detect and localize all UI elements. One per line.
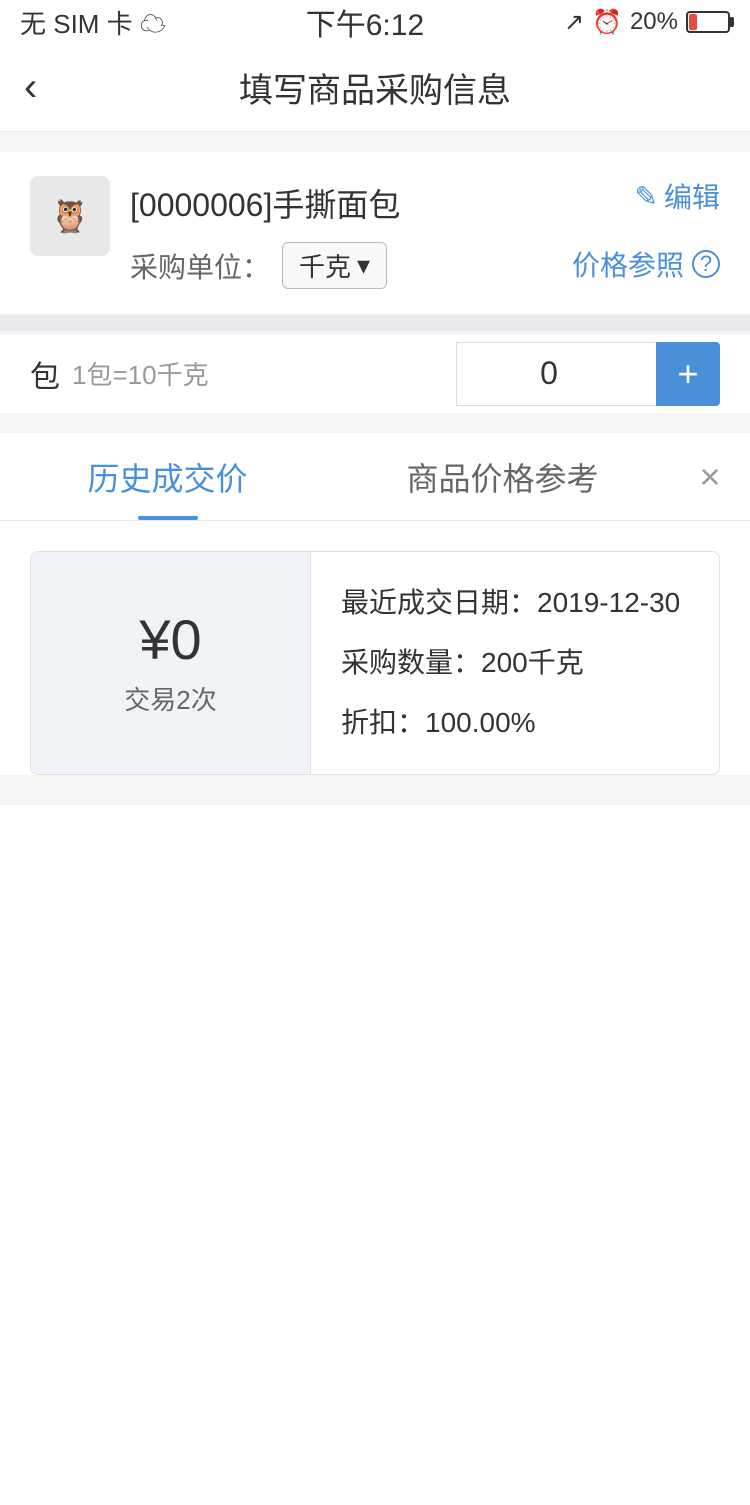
product-owl-icon: 🦉 [50, 197, 90, 235]
trade-card-left: ¥0 交易2次 [31, 552, 311, 774]
tab-price-reference[interactable]: 商品价格参考 [335, 433, 670, 520]
trade-qty-row: 采购数量：200千克 [341, 642, 689, 684]
edit-icon: ✎ [635, 180, 658, 213]
tabs-header: 历史成交价 商品价格参考 × [0, 433, 750, 521]
nav-bar: ‹ 填写商品采购信息 [0, 44, 750, 132]
unit-conversion: 1包=10千克 [72, 355, 209, 392]
trade-card-right: 最近成交日期：2019-12-30 采购数量：200千克 折扣：100.00% [311, 552, 719, 774]
unit-value: 千克 [299, 247, 351, 284]
tabs-section: 历史成交价 商品价格参考 × ¥0 交易2次 最近成交日期：2019-12-30… [0, 433, 750, 775]
unit-info: 包 1包=10千克 [30, 352, 209, 396]
page-title: 填写商品采购信息 [239, 63, 511, 112]
network-status: 无 SIM 卡 ☁ [20, 4, 166, 41]
product-thumbnail: 🦉 [30, 176, 110, 256]
price-ref-button[interactable]: 价格参照 ? [572, 244, 720, 284]
alarm-icon: ⏰ [592, 8, 622, 37]
back-button[interactable]: ‹ [24, 65, 37, 110]
status-right: ↗ ⏰ 20% [564, 8, 730, 37]
battery-icon [686, 11, 730, 33]
trade-discount-row: 折扣：100.00% [341, 702, 689, 744]
gps-icon: ↗ [564, 8, 584, 37]
product-left: 🦉 [0000006]手撕面包 采购单位： 千克 ▾ [30, 176, 400, 289]
trade-card: ¥0 交易2次 最近成交日期：2019-12-30 采购数量：200千克 折扣：… [30, 551, 720, 775]
product-unit-row: 采购单位： 千克 ▾ [130, 242, 400, 289]
battery-percent: 20% [630, 8, 678, 36]
quantity-input[interactable] [456, 342, 656, 406]
product-name: [0000006]手撕面包 [130, 180, 400, 226]
chevron-down-icon: ▾ [357, 250, 370, 281]
status-left: 无 SIM 卡 ☁ [20, 4, 166, 41]
quantity-input-row: + [456, 342, 720, 406]
unit-box-label: 包 [30, 352, 60, 396]
tab-close-button[interactable]: × [670, 456, 750, 498]
tab-history-price[interactable]: 历史成交价 [0, 433, 335, 520]
product-header: 🦉 [0000006]手撕面包 采购单位： 千克 ▾ ✎ 编辑 [30, 176, 720, 289]
unit-label: 采购单位： [130, 246, 270, 286]
trade-count: 交易2次 [124, 680, 216, 717]
trade-price: ¥0 [139, 609, 201, 671]
status-time: 下午6:12 [306, 0, 424, 44]
unit-select[interactable]: 千克 ▾ [282, 242, 387, 289]
quantity-plus-button[interactable]: + [656, 342, 720, 406]
help-icon: ? [692, 250, 720, 278]
bottom-area [0, 805, 750, 1505]
separator-bar [0, 315, 750, 331]
edit-button[interactable]: ✎ 编辑 [635, 176, 720, 216]
quantity-section: 包 1包=10千克 + [0, 333, 750, 413]
product-info: [0000006]手撕面包 采购单位： 千克 ▾ [130, 180, 400, 289]
trade-date-row: 最近成交日期：2019-12-30 [341, 582, 689, 624]
product-actions: ✎ 编辑 价格参照 ? [572, 176, 720, 284]
product-card: 🦉 [0000006]手撕面包 采购单位： 千克 ▾ ✎ 编辑 [0, 152, 750, 313]
status-bar: 无 SIM 卡 ☁ 下午6:12 ↗ ⏰ 20% [0, 0, 750, 44]
